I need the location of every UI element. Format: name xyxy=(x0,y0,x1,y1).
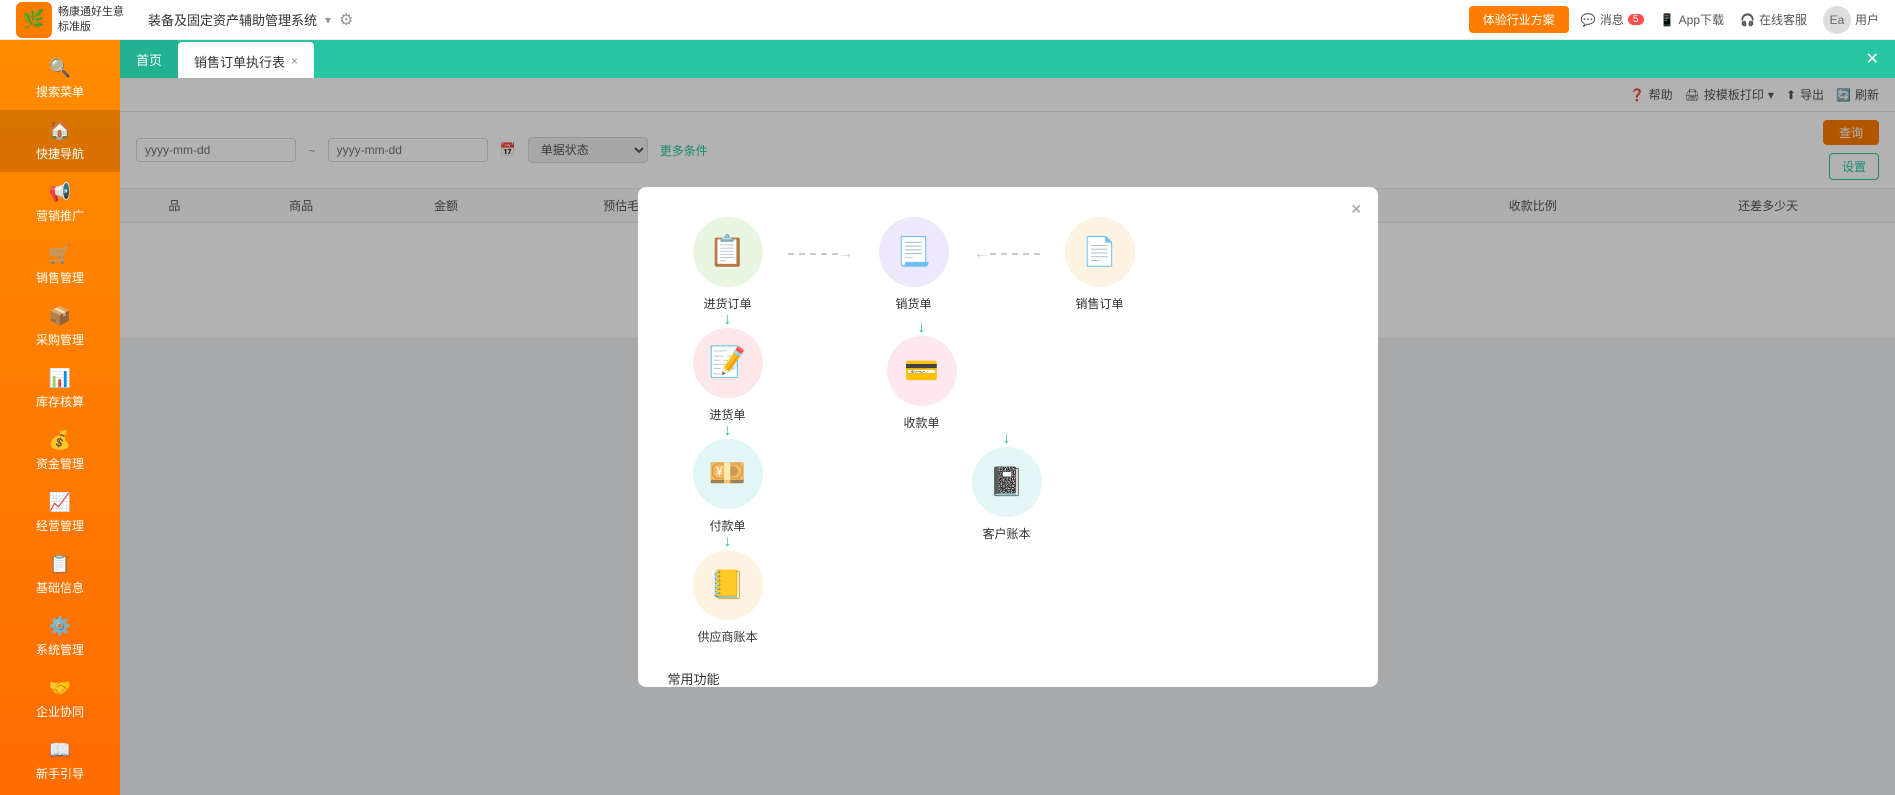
customer-ledger-icon: 📓 xyxy=(972,447,1042,517)
guide-icon: 📖 xyxy=(49,740,71,761)
enterprise-icon: 🤝 xyxy=(49,678,71,699)
flow-item-sales-bill: 📃 销货单 xyxy=(854,217,974,312)
sales-icon: 🛒 xyxy=(49,244,71,265)
basic-info-icon: 📋 xyxy=(49,554,71,575)
logo-area: 🌿 畅康通好生意 标准版 xyxy=(16,2,136,38)
app-download-button[interactable]: 📱 App下载 xyxy=(1660,11,1724,28)
avatar: Ea xyxy=(1823,6,1851,34)
flow-item-purchase-order: 📋 进货订单 xyxy=(668,217,788,312)
try-industry-button[interactable]: 体验行业方案 xyxy=(1469,6,1569,33)
sidebar-item-guide[interactable]: 📖 新手引导 xyxy=(0,730,120,792)
modal-overlay[interactable]: × 📋 进货订单 ↓ xyxy=(120,78,1895,795)
flow-item-receipt: 💳 收款单 xyxy=(862,336,982,431)
modal-dialog: × 📋 进货订单 ↓ xyxy=(638,187,1378,687)
finance-icon: 💰 xyxy=(49,430,71,451)
flow-item-purchase-bill: 📝 进货单 xyxy=(668,328,788,423)
search-icon: 🔍 xyxy=(49,58,71,79)
home-icon: 🏠 xyxy=(49,120,71,141)
app-icon: 📱 xyxy=(1660,13,1675,27)
common-functions-section: 常用功能 商品 往来单位 现存量(库存状况表) 现存量(库存分布表) 销售毛利分… xyxy=(668,669,1348,687)
sidebar-item-quick-nav[interactable]: 🏠 快捷导航 xyxy=(0,110,120,172)
purchase-icon: 📦 xyxy=(49,306,71,327)
sidebar-item-sales[interactable]: 🛒 销售管理 xyxy=(0,234,120,296)
flow-item-sales-order: 📄 销售订单 xyxy=(1040,217,1160,312)
operations-icon: 📈 xyxy=(49,492,71,513)
sidebar-item-operations[interactable]: 📈 经营管理 xyxy=(0,482,120,544)
sales-order-icon: 📄 xyxy=(1065,217,1135,287)
flow-section: 📋 进货订单 ↓ 📝 进货单 ↓ 💴 xyxy=(668,217,1348,645)
sidebar: 🔍 搜索菜单 🏠 快捷导航 📢 营销推广 🛒 销售管理 📦 采购管理 📊 库存核… xyxy=(0,40,120,795)
left-flow-col: 📋 进货订单 ↓ 📝 进货单 ↓ 💴 xyxy=(668,217,788,645)
supplier-ledger-icon: 📒 xyxy=(693,550,763,620)
dashed-arrow-between: ← xyxy=(974,245,1040,263)
message-icon: 💬 xyxy=(1581,13,1596,27)
marketing-icon: 📢 xyxy=(49,182,71,203)
sidebar-item-finance[interactable]: 💰 资金管理 xyxy=(0,420,120,482)
logo-text: 畅康通好生意 标准版 xyxy=(58,5,124,34)
sidebar-item-basic-info[interactable]: 📋 基础信息 xyxy=(0,544,120,606)
flow-item-supplier-ledger: 📒 供应商账本 xyxy=(668,550,788,645)
inventory-icon: 📊 xyxy=(49,368,71,389)
arrow-down-receipt: ↓ xyxy=(947,431,1067,447)
top-right-area: 💬 消息 5 📱 App下载 🎧 在线客服 Ea 用户 xyxy=(1581,6,1879,34)
arrow-right-icon: → xyxy=(838,245,854,263)
arrow-down-2: ↓ xyxy=(724,423,732,439)
online-service-button[interactable]: 🎧 在线客服 xyxy=(1740,11,1807,28)
sidebar-item-system[interactable]: ⚙️ 系统管理 xyxy=(0,606,120,668)
tab-home[interactable]: 首页 xyxy=(120,40,178,78)
flow-item-customer-ledger: 📓 客户账本 xyxy=(947,447,1067,542)
chevron-down-icon[interactable]: ▾ xyxy=(325,13,331,27)
arrow-down-sales-bill: ↓ xyxy=(862,320,982,336)
sales-bill-icon: 📃 xyxy=(879,217,949,287)
sidebar-item-inventory[interactable]: 📊 库存核算 xyxy=(0,358,120,420)
tab-bar: 首页 销售订单执行表 × ✕ xyxy=(120,40,1895,78)
modal-close-button[interactable]: × xyxy=(1351,199,1362,220)
purchase-order-icon: 📋 xyxy=(693,217,763,287)
message-button[interactable]: 💬 消息 5 xyxy=(1581,11,1644,28)
sidebar-item-purchase[interactable]: 📦 采购管理 xyxy=(0,296,120,358)
tab-sales-order[interactable]: 销售订单执行表 × xyxy=(178,42,314,80)
receipt-icon: 💳 xyxy=(887,336,957,406)
system-title-area: 装备及固定资产辅助管理系统 ▾ ⚙ xyxy=(148,10,1457,30)
top-bar: 🌿 畅康通好生意 标准版 装备及固定资产辅助管理系统 ▾ ⚙ 体验行业方案 💬 … xyxy=(0,0,1895,40)
service-icon: 🎧 xyxy=(1740,13,1755,27)
system-icon: ⚙️ xyxy=(49,616,71,637)
dashed-line-left xyxy=(788,253,838,255)
common-functions-title: 常用功能 xyxy=(668,669,1348,687)
purchase-bill-icon: 📝 xyxy=(693,328,763,398)
payment-icon: 💴 xyxy=(693,439,763,509)
system-title-text: 装备及固定资产辅助管理系统 xyxy=(148,10,317,29)
flow-item-payment: 💴 付款单 xyxy=(668,439,788,534)
sidebar-item-enterprise[interactable]: 🤝 企业协同 xyxy=(0,668,120,730)
right-flow-col: 📃 销货单 ← 📄 销售订单 xyxy=(854,217,1160,542)
tab-close-icon[interactable]: × xyxy=(291,54,298,68)
main-layout: 🔍 搜索菜单 🏠 快捷导航 📢 营销推广 🛒 销售管理 📦 采购管理 📊 库存核… xyxy=(0,40,1895,795)
window-close-button[interactable]: ✕ xyxy=(1866,49,1879,69)
sidebar-item-search[interactable]: 🔍 搜索菜单 xyxy=(0,48,120,110)
tab-right-area: ✕ xyxy=(1866,49,1895,69)
arrow-down-1: ↓ xyxy=(724,312,732,328)
sidebar-item-marketing[interactable]: 📢 营销推广 xyxy=(0,172,120,234)
arrow-down-3: ↓ xyxy=(724,534,732,550)
logo-icon: 🌿 xyxy=(16,2,52,38)
message-badge: 5 xyxy=(1628,14,1644,25)
page-content: ❓ 帮助 🖨 按模板打印 ▾ ⬆ 导出 🔄 刷新 xyxy=(120,78,1895,795)
dashed-arrow-area: → xyxy=(788,217,854,263)
gear-icon[interactable]: ⚙ xyxy=(339,10,353,30)
content-area: 首页 销售订单执行表 × ✕ ❓ 帮助 🖨 xyxy=(120,40,1895,795)
user-menu[interactable]: Ea 用户 xyxy=(1823,6,1879,34)
